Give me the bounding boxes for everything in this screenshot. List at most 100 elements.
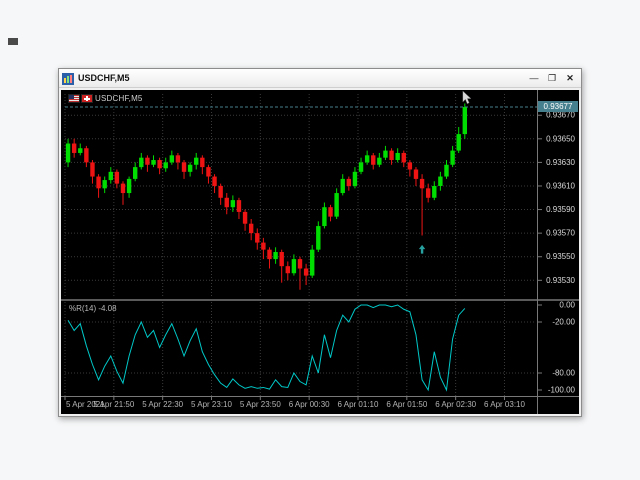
ch-flag-icon <box>82 95 92 102</box>
candle-body <box>432 185 437 198</box>
chart-window[interactable]: USDCHF,M5 — ❐ ✕ 5 Apr 2021 5 Apr 21:50 5 A… <box>58 68 582 417</box>
desktop: USDCHF,M5 — ❐ ✕ 5 Apr 2021 5 Apr 21:50 5 A… <box>0 0 640 480</box>
current-price-badge: 0.93677 <box>538 101 578 113</box>
candle-body <box>255 233 260 243</box>
time-axis-label: 6 Apr 01:50 <box>386 400 427 409</box>
candle-body <box>218 185 223 198</box>
wpr-line <box>67 304 466 392</box>
candle-body <box>151 160 156 165</box>
candle-body <box>407 162 413 170</box>
candle-body <box>96 176 101 189</box>
candle-body <box>236 200 242 212</box>
candle-body <box>230 200 236 208</box>
candle-body <box>187 164 193 172</box>
candle-body <box>358 162 364 172</box>
candle-body <box>108 171 113 181</box>
wpr-axis-label: -100.00 <box>548 386 576 395</box>
candle-body <box>267 249 272 260</box>
time-axis-label: 6 Apr 02:30 <box>435 400 476 409</box>
time-axis-label: 6 Apr 00:30 <box>289 400 330 409</box>
price-axis-label: 0.93550 <box>546 252 575 261</box>
candle-body <box>334 193 339 217</box>
maximize-button[interactable]: ❐ <box>543 71 561 85</box>
candle-body <box>413 169 419 179</box>
time-axis-label: 5 Apr 21:50 <box>93 400 134 409</box>
candle-body <box>389 150 394 161</box>
minimize-button[interactable]: — <box>525 71 543 85</box>
candle-body <box>322 207 327 227</box>
candle-body <box>206 167 211 177</box>
candle-body <box>303 268 309 276</box>
candle-body <box>425 188 431 198</box>
mouse-cursor-icon <box>462 90 472 105</box>
symbol-badge: USDCHF,M5 <box>69 94 143 103</box>
candle-body <box>352 171 358 186</box>
candle-body <box>242 211 248 224</box>
candle-body <box>194 157 199 165</box>
time-axis-label: 5 Apr 23:10 <box>191 400 232 409</box>
time-axis-label: 6 Apr 03:10 <box>484 400 525 409</box>
candle-body <box>212 176 217 186</box>
time-axis-label: 5 Apr 23:50 <box>240 400 281 409</box>
price-axis-label: 0.93570 <box>546 229 575 238</box>
candle-body <box>157 160 162 169</box>
time-axis-label: 6 Apr 01:10 <box>338 400 379 409</box>
candle-body <box>71 143 77 153</box>
window-titlebar[interactable]: USDCHF,M5 — ❐ ✕ <box>59 69 581 88</box>
screen-artifact <box>8 38 18 45</box>
window-title: USDCHF,M5 <box>78 73 130 83</box>
price-axis-label: 0.93590 <box>546 205 575 214</box>
symbol-label: USDCHF,M5 <box>95 94 143 103</box>
candle-body <box>340 178 345 194</box>
candle-body <box>78 148 83 153</box>
candle-body <box>145 157 150 165</box>
candle-body <box>346 178 352 186</box>
close-button[interactable]: ✕ <box>561 71 579 85</box>
candle-body <box>224 197 229 208</box>
price-axis-label: 0.93610 <box>546 181 575 190</box>
candle-body <box>438 176 443 186</box>
candle-body <box>163 162 168 169</box>
chart-client-area[interactable]: 5 Apr 2021 5 Apr 21:50 5 Apr 22:30 5 Apr 23… <box>61 90 579 414</box>
candle-body <box>114 171 120 184</box>
candle-body <box>401 152 406 163</box>
candle-body <box>132 167 138 179</box>
chart-canvas[interactable]: 5 Apr 20215 Apr 21:50 5 Apr 22:30 5 Apr 23… <box>61 90 579 414</box>
app-chart-icon <box>62 72 74 85</box>
candle-body <box>395 152 400 161</box>
candle-body <box>371 155 376 165</box>
candle-body <box>126 178 132 194</box>
candle-body <box>90 162 95 177</box>
buy-arrow-marker <box>418 244 426 254</box>
candle-body <box>328 207 333 217</box>
candle-body <box>364 155 370 163</box>
candle-body <box>102 180 107 189</box>
candle-body <box>84 148 89 163</box>
us-flag-icon <box>69 95 79 102</box>
candle-body <box>462 106 468 135</box>
candle-body <box>279 252 284 267</box>
candle-body <box>200 157 205 168</box>
candle-body <box>310 249 315 276</box>
candle-body <box>456 134 461 151</box>
candle-body <box>285 266 290 274</box>
candle-body <box>273 252 278 260</box>
candle-body <box>291 259 297 274</box>
candle-body <box>65 143 71 163</box>
price-axis-label: 0.93530 <box>546 276 575 285</box>
price-axis-label: 0.93650 <box>546 134 575 143</box>
candle-body <box>181 162 187 172</box>
candle-body <box>248 223 254 234</box>
candle-body <box>139 157 144 168</box>
candle-body <box>377 157 382 165</box>
time-axis-label: 5 Apr 22:30 <box>142 400 183 409</box>
candle-body <box>419 178 425 189</box>
candle-body <box>297 259 303 269</box>
candle-body <box>120 183 126 194</box>
candle-body <box>383 150 388 158</box>
candle-body <box>175 155 181 163</box>
candle-body <box>450 150 455 165</box>
candle-body <box>316 226 321 250</box>
wpr-axis-label: 0.00 <box>559 301 575 310</box>
candle-body <box>261 242 266 250</box>
